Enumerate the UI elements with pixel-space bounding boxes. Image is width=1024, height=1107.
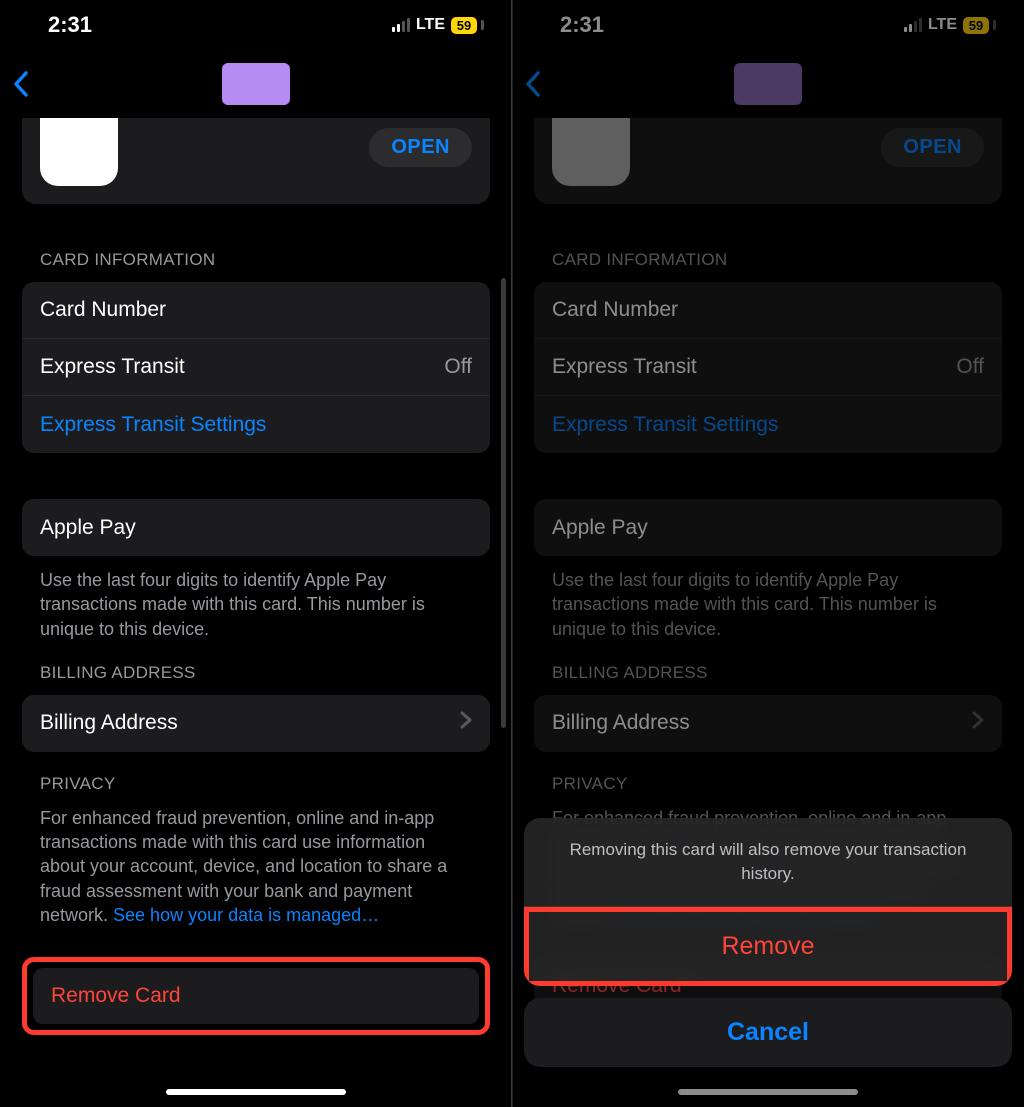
phone-screen-right: 2:31 LTE 59 OPEN CARD INFORMATION Card N… (512, 0, 1024, 1107)
home-indicator[interactable] (166, 1089, 346, 1095)
battery-level: 59 (451, 17, 477, 34)
section-header-privacy: PRIVACY (0, 752, 512, 806)
billing-address-label: Billing Address (40, 711, 178, 735)
card-preview-thumbnail (222, 63, 290, 105)
apple-pay-row[interactable]: Apple Pay (22, 499, 490, 556)
nav-bar (0, 50, 512, 118)
back-button[interactable] (12, 71, 30, 97)
status-time: 2:31 (48, 12, 92, 38)
apple-pay-footer: Use the last four digits to identify App… (0, 556, 512, 641)
chevron-right-icon (460, 711, 472, 735)
express-transit-settings-label: Express Transit Settings (40, 413, 266, 437)
express-transit-row[interactable]: Express Transit Off (22, 339, 490, 396)
status-right: LTE 59 (392, 16, 484, 34)
remove-highlight: Remove (524, 907, 1012, 986)
action-sheet-remove-button[interactable]: Remove (529, 912, 1007, 981)
status-bar: 2:31 LTE 59 (0, 0, 512, 50)
issuer-app-banner: OPEN (22, 118, 490, 204)
billing-group: Billing Address (22, 695, 490, 752)
action-sheet-message: Removing this card will also remove your… (524, 818, 1012, 907)
privacy-link[interactable]: See how your data is managed… (113, 905, 379, 925)
express-transit-settings-link[interactable]: Express Transit Settings (22, 396, 490, 453)
action-sheet-body: Removing this card will also remove your… (524, 818, 1012, 986)
card-number-label: Card Number (40, 298, 166, 322)
action-sheet: Removing this card will also remove your… (524, 818, 1012, 1067)
section-header-billing: BILLING ADDRESS (0, 641, 512, 695)
action-sheet-cancel-button[interactable]: Cancel (524, 998, 1012, 1067)
network-type: LTE (416, 16, 445, 34)
remove-card-button[interactable]: Remove Card (33, 968, 479, 1024)
scroll-indicator[interactable] (501, 278, 506, 728)
section-header-card-info: CARD INFORMATION (0, 204, 512, 282)
cellular-signal-icon (392, 18, 410, 32)
chevron-left-icon (12, 71, 30, 97)
issuer-app-icon (40, 118, 118, 186)
apple-pay-label: Apple Pay (40, 516, 136, 540)
privacy-footer: For enhanced fraud prevention, online an… (0, 806, 512, 927)
battery-tip-icon (481, 20, 484, 30)
card-number-row[interactable]: Card Number (22, 282, 490, 339)
remove-card-highlight: Remove Card (22, 957, 490, 1035)
express-transit-value: Off (444, 355, 472, 379)
card-info-group: Card Number Express Transit Off Express … (22, 282, 490, 453)
apple-pay-group: Apple Pay (22, 499, 490, 556)
express-transit-label: Express Transit (40, 355, 185, 379)
open-app-button[interactable]: OPEN (369, 128, 472, 167)
billing-address-row[interactable]: Billing Address (22, 695, 490, 752)
phone-screen-left: 2:31 LTE 59 OPEN CARD INFORMATION Card N… (0, 0, 512, 1107)
